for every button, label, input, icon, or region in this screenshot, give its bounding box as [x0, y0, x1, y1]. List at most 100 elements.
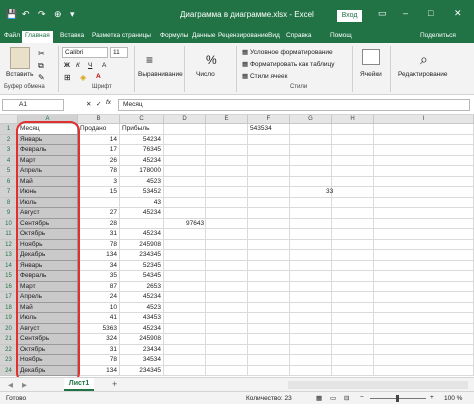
cell-i20[interactable]: [374, 323, 474, 334]
cell-d14[interactable]: [164, 260, 206, 271]
cell-f19[interactable]: [248, 313, 290, 324]
cell-b18[interactable]: 10: [78, 302, 120, 313]
cell-c14[interactable]: 52345: [120, 260, 164, 271]
cell-c9[interactable]: 45234: [120, 208, 164, 219]
cell-i10[interactable]: [374, 218, 474, 229]
tab-insert[interactable]: Вставка: [60, 32, 84, 39]
column-header-h[interactable]: H: [332, 115, 374, 124]
cell-e23[interactable]: [206, 355, 248, 366]
cell-f16[interactable]: [248, 281, 290, 292]
page-break-icon[interactable]: ⊟: [344, 394, 349, 402]
cell-h8[interactable]: [332, 197, 374, 208]
borders-icon[interactable]: ⊞: [64, 73, 71, 82]
column-header-i[interactable]: I: [374, 115, 474, 124]
cell-f12[interactable]: [248, 239, 290, 250]
cell-c19[interactable]: 43453: [120, 313, 164, 324]
font-size-increase-button[interactable]: A: [102, 62, 106, 69]
add-sheet-button[interactable]: +: [112, 379, 117, 389]
cell-h20[interactable]: [332, 323, 374, 334]
cell-e13[interactable]: [206, 250, 248, 261]
cell-i18[interactable]: [374, 302, 474, 313]
cell-f18[interactable]: [248, 302, 290, 313]
cell-f22[interactable]: [248, 344, 290, 355]
cell-i5[interactable]: [374, 166, 474, 177]
percent-icon[interactable]: %: [206, 53, 217, 67]
fill-color-icon[interactable]: ◈: [80, 73, 86, 82]
cell-c15[interactable]: 54345: [120, 271, 164, 282]
cell-b4[interactable]: 26: [78, 155, 120, 166]
cell-g14[interactable]: [290, 260, 332, 271]
cell-h13[interactable]: [332, 250, 374, 261]
cell-h22[interactable]: [332, 344, 374, 355]
customize-qa-icon[interactable]: ▾: [70, 9, 75, 20]
column-header-f[interactable]: F: [248, 115, 290, 124]
clipboard-icon[interactable]: [10, 47, 30, 69]
cell-h3[interactable]: [332, 145, 374, 156]
cell-i21[interactable]: [374, 334, 474, 345]
cell-d16[interactable]: [164, 281, 206, 292]
cell-e19[interactable]: [206, 313, 248, 324]
cell-d21[interactable]: [164, 334, 206, 345]
insert-function-button[interactable]: fx: [106, 99, 111, 106]
cell-d24[interactable]: [164, 365, 206, 376]
name-box[interactable]: A1: [2, 99, 64, 111]
cell-e16[interactable]: [206, 281, 248, 292]
cell-c1[interactable]: Прибыль: [120, 124, 164, 135]
cell-f14[interactable]: [248, 260, 290, 271]
cell-d1[interactable]: [164, 124, 206, 135]
pin-icon[interactable]: ⊕: [54, 9, 62, 20]
cell-b17[interactable]: 24: [78, 292, 120, 303]
signin-button[interactable]: Вход: [337, 10, 362, 22]
cell-d22[interactable]: [164, 344, 206, 355]
cell-e6[interactable]: [206, 176, 248, 187]
search-icon[interactable]: ⌕: [420, 51, 428, 68]
cell-h17[interactable]: [332, 292, 374, 303]
cell-i15[interactable]: [374, 271, 474, 282]
sheet-tab-list1[interactable]: Лист1: [64, 378, 94, 391]
cell-e18[interactable]: [206, 302, 248, 313]
cell-c23[interactable]: 34534: [120, 355, 164, 366]
cell-f10[interactable]: [248, 218, 290, 229]
cell-e10[interactable]: [206, 218, 248, 229]
cell-i1[interactable]: [374, 124, 474, 135]
font-size-select[interactable]: 11: [110, 47, 128, 58]
cell-i6[interactable]: [374, 176, 474, 187]
cell-b1[interactable]: Продано: [78, 124, 120, 135]
cell-i19[interactable]: [374, 313, 474, 324]
cell-i12[interactable]: [374, 239, 474, 250]
conditional-formatting-button[interactable]: ▦ Условное форматирование: [242, 48, 333, 56]
cell-f23[interactable]: [248, 355, 290, 366]
cell-g1[interactable]: [290, 124, 332, 135]
cell-c21[interactable]: 245908: [120, 334, 164, 345]
cell-h18[interactable]: [332, 302, 374, 313]
cell-g21[interactable]: [290, 334, 332, 345]
cell-i4[interactable]: [374, 155, 474, 166]
cell-b24[interactable]: 134: [78, 365, 120, 376]
cell-e2[interactable]: [206, 134, 248, 145]
bold-button[interactable]: Ж: [64, 62, 70, 69]
font-color-button[interactable]: A: [96, 73, 101, 80]
cut-icon[interactable]: ✂: [38, 49, 45, 58]
cell-i7[interactable]: [374, 187, 474, 198]
cell-h24[interactable]: [332, 365, 374, 376]
cell-d23[interactable]: [164, 355, 206, 366]
cell-i23[interactable]: [374, 355, 474, 366]
cells-button[interactable]: Ячейки: [360, 71, 382, 78]
cell-e3[interactable]: [206, 145, 248, 156]
cell-h19[interactable]: [332, 313, 374, 324]
cell-b2[interactable]: 14: [78, 134, 120, 145]
cell-e1[interactable]: [206, 124, 248, 135]
cell-e11[interactable]: [206, 229, 248, 240]
font-name-select[interactable]: Calibri: [62, 47, 108, 58]
cell-b19[interactable]: 41: [78, 313, 120, 324]
cell-g12[interactable]: [290, 239, 332, 250]
column-header-d[interactable]: D: [164, 115, 206, 124]
format-as-table-button[interactable]: ▦ Форматировать как таблицу: [242, 60, 335, 68]
cell-e17[interactable]: [206, 292, 248, 303]
undo-icon[interactable]: ↶: [22, 9, 30, 20]
cell-f24[interactable]: [248, 365, 290, 376]
cell-b23[interactable]: 78: [78, 355, 120, 366]
cell-i22[interactable]: [374, 344, 474, 355]
cell-c10[interactable]: [120, 218, 164, 229]
select-all-corner[interactable]: [0, 115, 18, 124]
